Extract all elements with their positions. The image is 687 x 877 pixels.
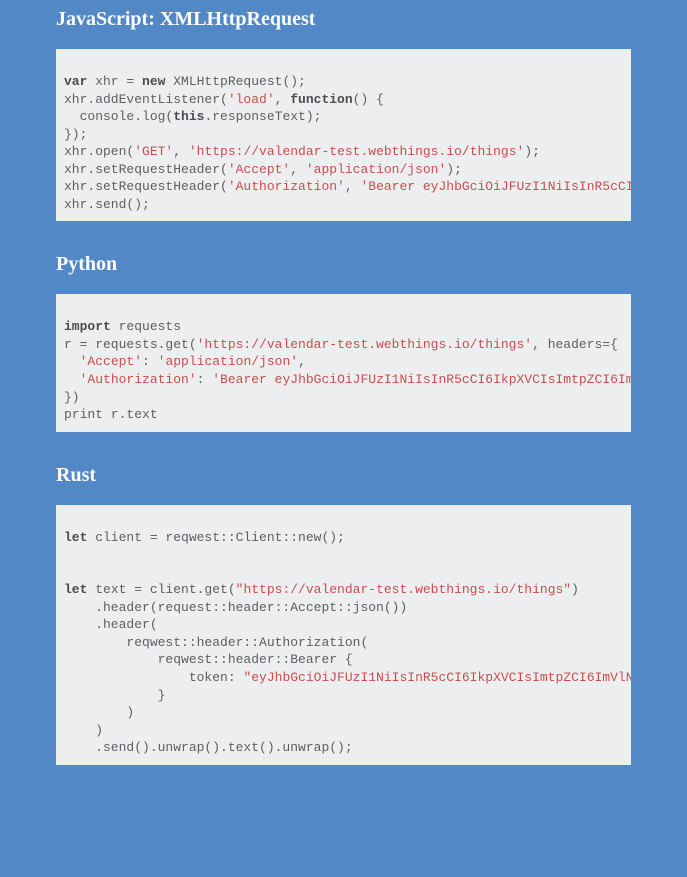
code-block-rust: let client = reqwest::Client::new(); let…: [56, 505, 631, 765]
code-js[interactable]: var xhr = new XMLHttpRequest(); xhr.addE…: [56, 49, 631, 221]
heading-javascript: JavaScript: XMLHttpRequest: [56, 8, 631, 31]
heading-rust: Rust: [56, 464, 631, 487]
code-block-js: var xhr = new XMLHttpRequest(); xhr.addE…: [56, 49, 631, 221]
code-rust[interactable]: let client = reqwest::Client::new(); let…: [56, 505, 631, 765]
code-block-python: import requests r = requests.get('https:…: [56, 294, 631, 431]
code-python[interactable]: import requests r = requests.get('https:…: [56, 294, 631, 431]
heading-python: Python: [56, 253, 631, 276]
